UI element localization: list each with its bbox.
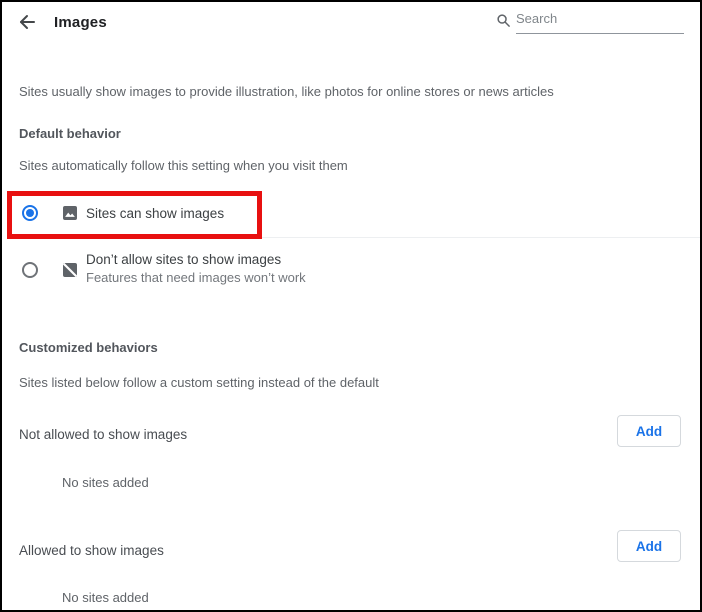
- default-behavior-heading: Default behavior: [19, 126, 121, 141]
- option-label-dont-allow: Don’t allow sites to show images: [86, 251, 306, 269]
- customized-behaviors-heading: Customized behaviors: [19, 340, 158, 355]
- add-allowed-button[interactable]: Add: [617, 530, 681, 562]
- option-sublabel-dont-allow: Features that need images won’t work: [86, 269, 306, 287]
- not-allowed-empty-text: No sites added: [62, 475, 149, 490]
- search-icon: [496, 10, 516, 28]
- arrow-left-icon: [18, 13, 36, 31]
- page-title: Images: [54, 14, 107, 31]
- allowed-section-title: Allowed to show images: [19, 543, 164, 558]
- radio-sites-can-show-images[interactable]: [22, 205, 38, 221]
- image-off-icon: [62, 262, 78, 278]
- intro-text: Sites usually show images to provide ill…: [19, 84, 554, 99]
- allowed-empty-text: No sites added: [62, 590, 149, 605]
- option-dont-allow-images[interactable]: Don’t allow sites to show images Feature…: [86, 251, 306, 287]
- back-button[interactable]: [15, 10, 39, 34]
- search-field: [496, 10, 684, 34]
- row-divider: [19, 237, 700, 238]
- option-label-sites-can-show-images[interactable]: Sites can show images: [86, 206, 224, 221]
- customized-behaviors-description: Sites listed below follow a custom setti…: [19, 375, 379, 390]
- add-not-allowed-button[interactable]: Add: [617, 415, 681, 447]
- default-behavior-description: Sites automatically follow this setting …: [19, 158, 348, 173]
- not-allowed-section-title: Not allowed to show images: [19, 427, 187, 442]
- image-icon: [62, 205, 78, 221]
- search-input[interactable]: [516, 10, 684, 34]
- radio-dont-allow-images[interactable]: [22, 262, 38, 278]
- images-settings-page: Images Sites usually show images to prov…: [0, 0, 702, 612]
